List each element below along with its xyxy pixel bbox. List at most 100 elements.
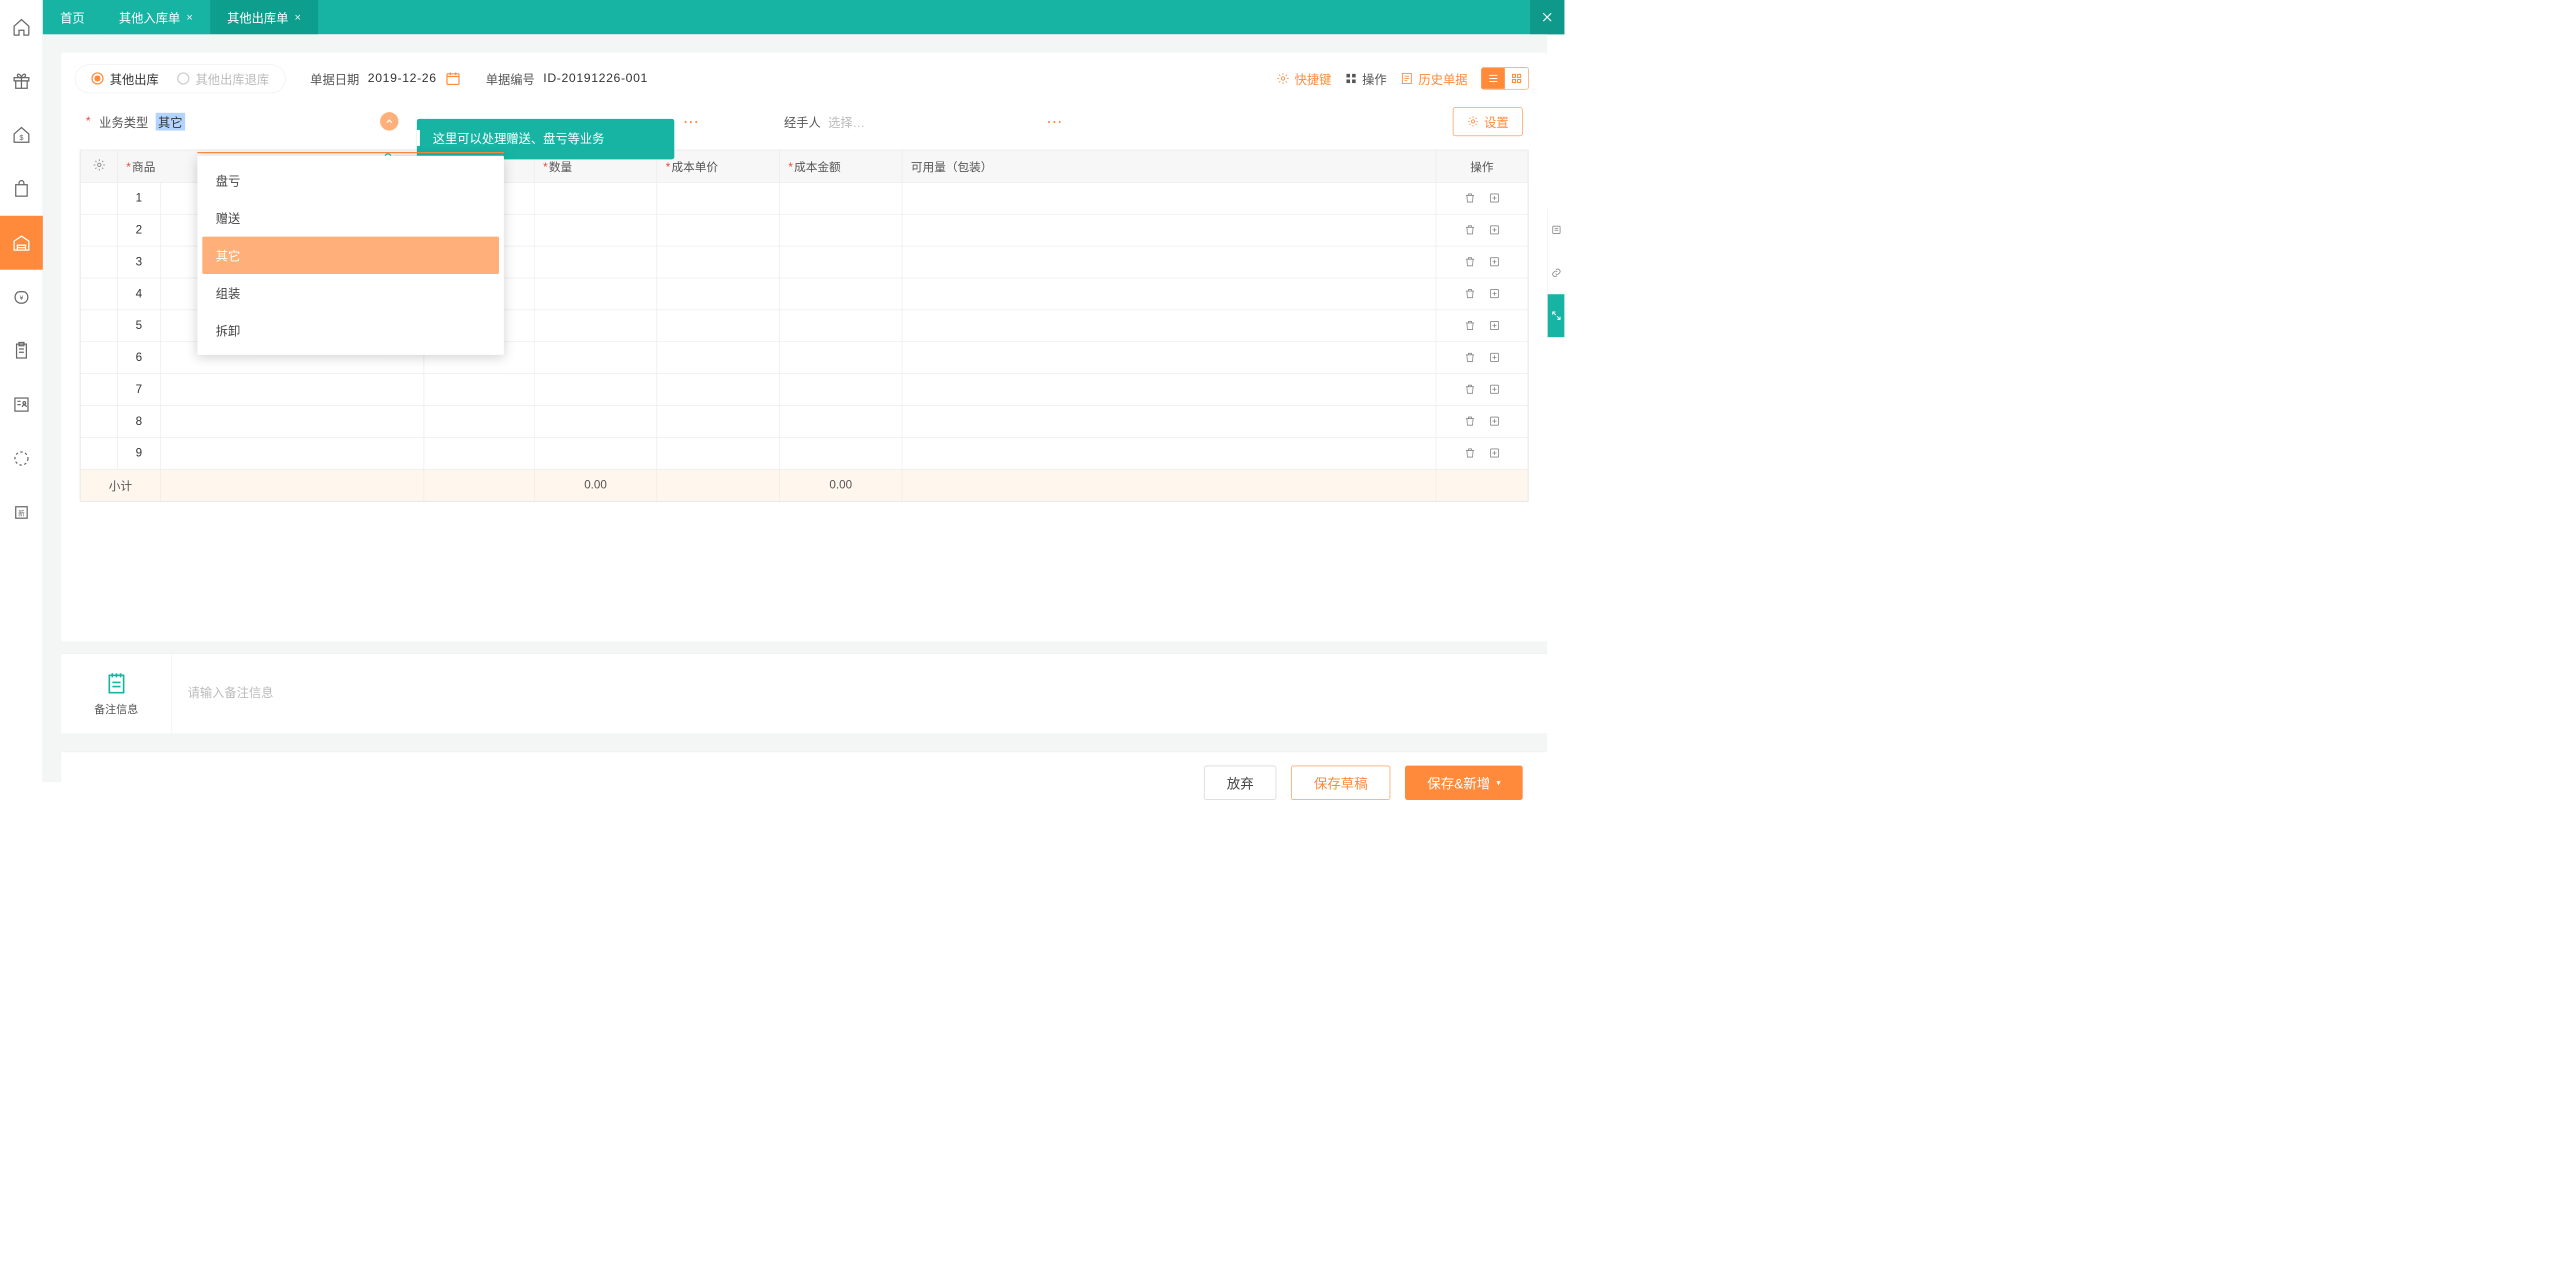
dropdown-option[interactable]: 拆卸: [202, 311, 499, 348]
right-edge-rail: [1547, 208, 1564, 337]
rail-contacts[interactable]: [0, 378, 43, 432]
delete-row-icon[interactable]: [1461, 317, 1478, 334]
svg-text:¥: ¥: [20, 295, 24, 302]
footer-actions: 放弃 保存草稿 保存&新增▾: [61, 752, 1547, 813]
window-close-button[interactable]: [1530, 0, 1564, 34]
table-row[interactable]: 8: [81, 405, 1528, 437]
doc-no-label: 单据编号: [486, 70, 535, 88]
row-index: 5: [117, 310, 160, 342]
handler-label: 经手人: [784, 112, 821, 130]
handler-field[interactable]: 经手人 选择…: [784, 112, 1041, 130]
dropdown-option[interactable]: 盘亏: [202, 162, 499, 199]
biz-type-underline: [197, 152, 504, 153]
tab-other-out[interactable]: 其他出库单 ×: [210, 0, 318, 34]
rail-new[interactable]: 新: [0, 485, 43, 539]
row-index: 3: [117, 246, 160, 278]
doc-no-value: ID-20191226-001: [543, 71, 648, 85]
close-icon[interactable]: ×: [186, 11, 192, 24]
delete-row-icon[interactable]: [1461, 285, 1478, 302]
radio-dot-icon: [177, 72, 189, 84]
chevron-up-icon[interactable]: [380, 112, 398, 130]
remarks-label: 备注信息: [94, 700, 138, 716]
th-ops: 操作: [1436, 150, 1528, 182]
dropdown-option[interactable]: 赠送: [202, 199, 499, 236]
save-draft-button[interactable]: 保存草稿: [1291, 765, 1390, 799]
add-row-icon[interactable]: [1486, 444, 1503, 461]
rail-home[interactable]: [0, 0, 43, 54]
add-row-icon[interactable]: [1486, 412, 1503, 429]
row-index: 1: [117, 182, 160, 214]
dropdown-option[interactable]: 组装: [202, 274, 499, 311]
add-row-icon[interactable]: [1486, 317, 1503, 334]
doc-date-field: 单据日期 2019-12-26: [310, 70, 461, 88]
add-row-icon[interactable]: [1486, 348, 1503, 365]
shortcut-button[interactable]: 快捷键: [1276, 70, 1331, 88]
view-grid-icon[interactable]: [1505, 68, 1528, 89]
footer-label: 小计: [81, 469, 161, 501]
history-label: 历史单据: [1418, 70, 1467, 88]
radio-label: 其他出库: [110, 70, 159, 88]
rail-warehouse[interactable]: [0, 216, 43, 270]
more-icon[interactable]: ⋯: [1046, 112, 1064, 131]
row-index: 8: [117, 405, 160, 437]
discard-button[interactable]: 放弃: [1204, 765, 1276, 799]
th-cost: *成本金额: [779, 150, 902, 182]
row-index: 9: [117, 437, 160, 469]
view-list-icon[interactable]: [1482, 68, 1505, 89]
add-row-icon[interactable]: [1486, 221, 1503, 238]
table-row[interactable]: 9: [81, 437, 1528, 469]
rail-sales[interactable]: $: [0, 108, 43, 162]
delete-row-icon[interactable]: [1461, 189, 1478, 206]
doc-date-value: 2019-12-26: [368, 71, 437, 85]
delete-row-icon[interactable]: [1461, 348, 1478, 365]
rail-bag[interactable]: [0, 162, 43, 216]
add-row-icon[interactable]: [1486, 189, 1503, 206]
delete-row-icon[interactable]: [1461, 380, 1478, 397]
doc-no-field: 单据编号 ID-20191226-001: [486, 70, 648, 88]
remarks-input[interactable]: [172, 654, 1548, 733]
right-rail-expand-icon[interactable]: [1547, 294, 1564, 337]
chevron-down-icon: ▾: [1496, 777, 1500, 787]
th-avail: 可用量（包装）: [902, 150, 1436, 182]
th-price: *成本单价: [657, 150, 780, 182]
save-new-button[interactable]: 保存&新增▾: [1405, 765, 1523, 799]
view-toggle: [1481, 67, 1529, 89]
right-rail-link-icon[interactable]: [1547, 251, 1564, 294]
callout-text: 这里可以处理赠送、盘亏等业务: [433, 132, 605, 145]
remarks-side: 备注信息: [61, 654, 171, 733]
calendar-icon[interactable]: [445, 70, 461, 86]
main-card: 其他出库 其他出库退库 单据日期 2019-12-26 单据编号 ID-2019…: [61, 53, 1547, 641]
footer-qty: 0.00: [534, 469, 657, 501]
delete-row-icon[interactable]: [1461, 412, 1478, 429]
biz-type-field[interactable]: * 业务类型 其它: [86, 112, 399, 130]
row-index: 2: [117, 214, 160, 246]
radio-other-out-return[interactable]: 其他出库退库: [177, 70, 269, 88]
remarks-bar: 备注信息: [61, 653, 1547, 733]
history-button[interactable]: 历史单据: [1400, 70, 1467, 88]
more-icon[interactable]: ⋯: [683, 112, 701, 131]
rail-cycle[interactable]: [0, 432, 43, 486]
left-sidebar: $ ¥ 新: [0, 0, 43, 782]
table-row[interactable]: 7: [81, 374, 1528, 406]
delete-row-icon[interactable]: [1461, 444, 1478, 461]
add-row-icon[interactable]: [1486, 285, 1503, 302]
delete-row-icon[interactable]: [1461, 253, 1478, 270]
tab-other-in[interactable]: 其他入库单 ×: [102, 0, 210, 34]
add-row-icon[interactable]: [1486, 253, 1503, 270]
right-rail-note-icon[interactable]: [1547, 208, 1564, 251]
rail-clipboard[interactable]: [0, 324, 43, 378]
radio-other-out[interactable]: 其他出库: [91, 70, 158, 88]
table-gear-header[interactable]: [81, 150, 118, 182]
row-index: 7: [117, 374, 160, 406]
operate-button[interactable]: 操作: [1345, 70, 1387, 88]
rail-finance[interactable]: ¥: [0, 270, 43, 324]
rail-gift[interactable]: [0, 54, 43, 108]
settings-button[interactable]: 设置: [1453, 107, 1523, 136]
notepad-icon: [104, 671, 129, 696]
tab-home[interactable]: 首页: [43, 0, 102, 34]
footer-cost: 0.00: [779, 469, 902, 501]
add-row-icon[interactable]: [1486, 380, 1503, 397]
dropdown-option[interactable]: 其它: [202, 237, 499, 274]
close-icon[interactable]: ×: [295, 11, 301, 24]
delete-row-icon[interactable]: [1461, 221, 1478, 238]
